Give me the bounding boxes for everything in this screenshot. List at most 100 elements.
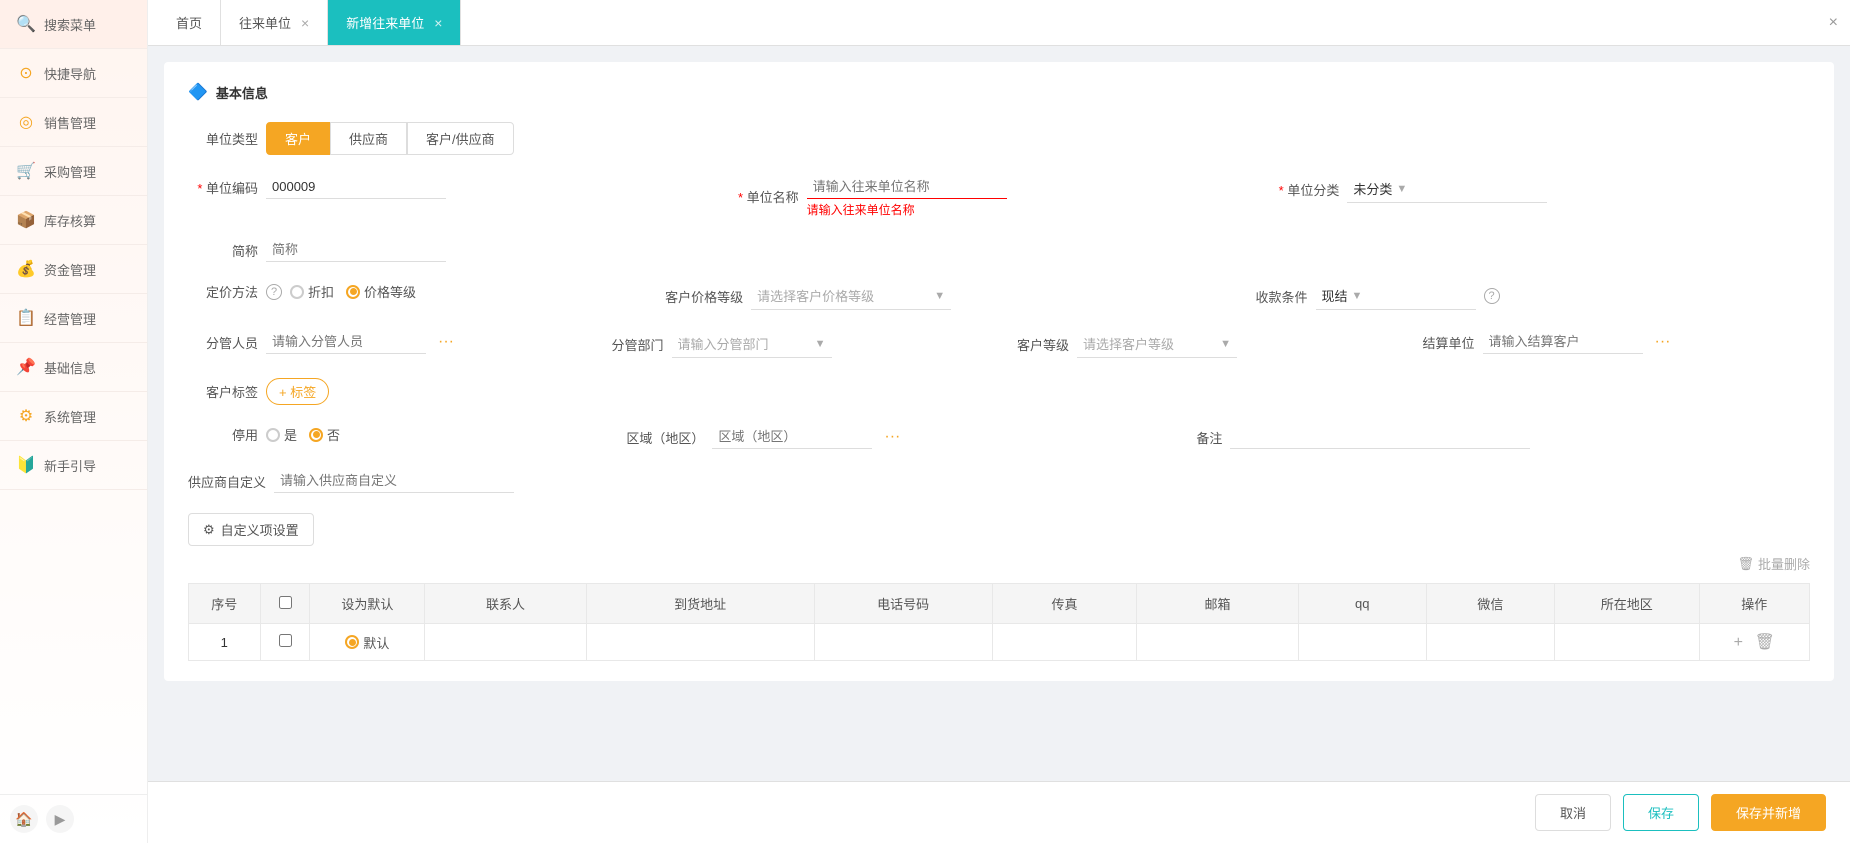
code-name-category-row: 单位编码 单位名称 请输入往来单位名称 单位分类 未分类 ▼	[188, 175, 1810, 218]
tab-new-contact-close[interactable]: ×	[434, 15, 442, 31]
cell-fax[interactable]	[992, 624, 1137, 661]
cell-checkbox[interactable]	[260, 624, 310, 661]
phone-input[interactable]	[858, 635, 948, 650]
payment-terms-select[interactable]: 现结 ▼	[1316, 282, 1476, 310]
fax-input[interactable]	[1029, 635, 1099, 650]
row-checkbox[interactable]	[279, 634, 292, 647]
cell-qq[interactable]	[1298, 624, 1426, 661]
save-and-new-button[interactable]: 保存并新增	[1711, 794, 1826, 831]
settlement-unit-field: 结算单位 ···	[1405, 330, 1811, 354]
unit-code-input[interactable]	[266, 175, 446, 199]
add-row-button[interactable]: +	[1730, 634, 1747, 651]
sidebar: 🔍 搜索菜单 ⊙ 快捷导航 ◎ 销售管理 🛒 采购管理 📦 库存核算 💰 资金管…	[0, 0, 148, 843]
region-input[interactable]	[712, 425, 872, 449]
payment-terms-help-icon[interactable]: ?	[1484, 288, 1500, 304]
sales-icon: ◎	[16, 112, 36, 132]
sidebar-bottom: 🏠 ▶	[0, 794, 147, 843]
manager-row: 分管人员 ··· 分管部门 请输入分管部门 ▼ 客户等级 请选择客户等级 ▼	[188, 330, 1810, 358]
sidebar-item-system[interactable]: ⚙ 系统管理	[0, 392, 147, 441]
tab-bar-close-all[interactable]: ×	[1829, 14, 1838, 32]
type-btn-supplier[interactable]: 供应商	[330, 122, 407, 155]
type-btn-both[interactable]: 客户/供应商	[407, 122, 514, 155]
main-content: 首页 往来单位 × 新增往来单位 × × 🔷 基本信息 单位类型 客户	[148, 0, 1850, 843]
email-input[interactable]	[1178, 635, 1258, 650]
unit-name-input[interactable]	[807, 175, 1007, 199]
unit-type-row: 单位类型 客户 供应商 客户/供应商	[188, 122, 1810, 155]
address-input[interactable]	[640, 635, 760, 650]
sidebar-item-quicknav[interactable]: ⊙ 快捷导航	[0, 49, 147, 98]
col-contact: 联系人	[425, 584, 586, 624]
supplier-custom-row: 供应商自定义	[188, 469, 1810, 493]
cell-contact[interactable]	[425, 624, 586, 661]
settlement-unit-label: 结算单位	[1405, 333, 1475, 352]
cell-wechat[interactable]	[1426, 624, 1554, 661]
wechat-input[interactable]	[1460, 635, 1520, 650]
abbreviation-label: 简称	[188, 241, 258, 260]
unit-category-select[interactable]: 未分类 ▼	[1347, 175, 1547, 203]
type-btn-customer[interactable]: 客户	[266, 122, 330, 155]
settlement-more-icon[interactable]: ···	[1651, 333, 1675, 351]
tab-contacts[interactable]: 往来单位 ×	[221, 0, 328, 45]
unit-name-field: 单位名称 请输入往来单位名称	[729, 175, 1270, 218]
pricing-help-icon[interactable]: ?	[266, 284, 282, 300]
sidebar-item-operation[interactable]: 📋 经营管理	[0, 294, 147, 343]
batch-delete-button[interactable]: 批量删除	[1758, 554, 1810, 573]
tab-home[interactable]: 首页	[158, 0, 221, 45]
contact-name-input[interactable]	[465, 635, 545, 650]
manager-input[interactable]	[266, 330, 426, 354]
cell-email[interactable]	[1137, 624, 1298, 661]
customer-level-field: 客户等级 请选择客户等级 ▼	[999, 330, 1405, 358]
region-label: 区域（地区）	[626, 428, 704, 447]
tab-contacts-close[interactable]: ×	[301, 15, 309, 31]
select-all-checkbox[interactable]	[279, 596, 292, 609]
customer-level-select[interactable]: 请选择客户等级 ▼	[1077, 330, 1237, 358]
row-region-input[interactable]	[1592, 635, 1662, 650]
sidebar-item-basic[interactable]: 📌 基础信息	[0, 343, 147, 392]
section-title: 🔷 基本信息	[188, 82, 1810, 102]
save-button[interactable]: 保存	[1623, 794, 1699, 831]
col-actions: 操作	[1699, 584, 1809, 624]
supplier-custom-input[interactable]	[274, 469, 514, 493]
pricing-row: 定价方法 ? 折扣 价格等级 客户价格等级	[188, 282, 1810, 310]
department-select[interactable]: 请输入分管部门 ▼	[672, 330, 832, 358]
unit-code-field: 单位编码	[188, 175, 729, 199]
radio-discount[interactable]: 折扣	[290, 282, 334, 301]
radio-disabled-yes[interactable]: 是	[266, 425, 297, 444]
custom-settings-row: ⚙ 自定义项设置	[188, 513, 1810, 546]
unit-name-label: 单位名称	[729, 187, 799, 206]
sidebar-item-sales[interactable]: ◎ 销售管理	[0, 98, 147, 147]
unit-type-field: 单位类型 客户 供应商 客户/供应商	[188, 122, 1810, 155]
finance-icon: 💰	[16, 259, 36, 279]
customer-price-level-select[interactable]: 请选择客户价格等级 ▼	[751, 282, 951, 310]
batch-delete-icon: 🗑	[1737, 556, 1754, 572]
region-more-icon[interactable]: ···	[880, 428, 904, 446]
sidebar-item-search[interactable]: 🔍 搜索菜单	[0, 0, 147, 49]
custom-settings-button[interactable]: ⚙ 自定义项设置	[188, 513, 314, 546]
settlement-unit-input[interactable]	[1483, 330, 1643, 354]
sidebar-item-finance[interactable]: 💰 资金管理	[0, 245, 147, 294]
add-tag-button[interactable]: + 标签	[266, 378, 329, 405]
customer-tag-label: 客户标签	[188, 382, 258, 401]
delete-row-button[interactable]: 🗑	[1751, 634, 1779, 651]
sidebar-item-guide[interactable]: 🔰 新手引导	[0, 441, 147, 490]
sidebar-expand-icon[interactable]: ▶	[46, 805, 74, 833]
sidebar-home-icon[interactable]: 🏠	[10, 805, 38, 833]
sidebar-item-purchase[interactable]: 🛒 采购管理	[0, 147, 147, 196]
section-title-icon: 🔷	[188, 82, 208, 102]
tab-bar: 首页 往来单位 × 新增往来单位 × ×	[148, 0, 1850, 46]
disabled-field: 停用 是 否	[188, 425, 626, 444]
remark-input[interactable]	[1230, 425, 1530, 449]
col-checkbox[interactable]	[260, 584, 310, 624]
qq-input[interactable]	[1332, 635, 1392, 650]
cell-address[interactable]	[586, 624, 814, 661]
manager-more-icon[interactable]: ···	[434, 333, 458, 351]
tab-new-contact[interactable]: 新增往来单位 ×	[328, 0, 461, 45]
cancel-button[interactable]: 取消	[1535, 794, 1611, 831]
cell-region[interactable]	[1554, 624, 1699, 661]
row-default-radio[interactable]: 默认	[318, 633, 416, 652]
sidebar-item-inventory[interactable]: 📦 库存核算	[0, 196, 147, 245]
radio-disabled-no[interactable]: 否	[309, 425, 340, 444]
radio-price-level[interactable]: 价格等级	[346, 282, 416, 301]
cell-phone[interactable]	[814, 624, 992, 661]
abbreviation-input[interactable]	[266, 238, 446, 262]
